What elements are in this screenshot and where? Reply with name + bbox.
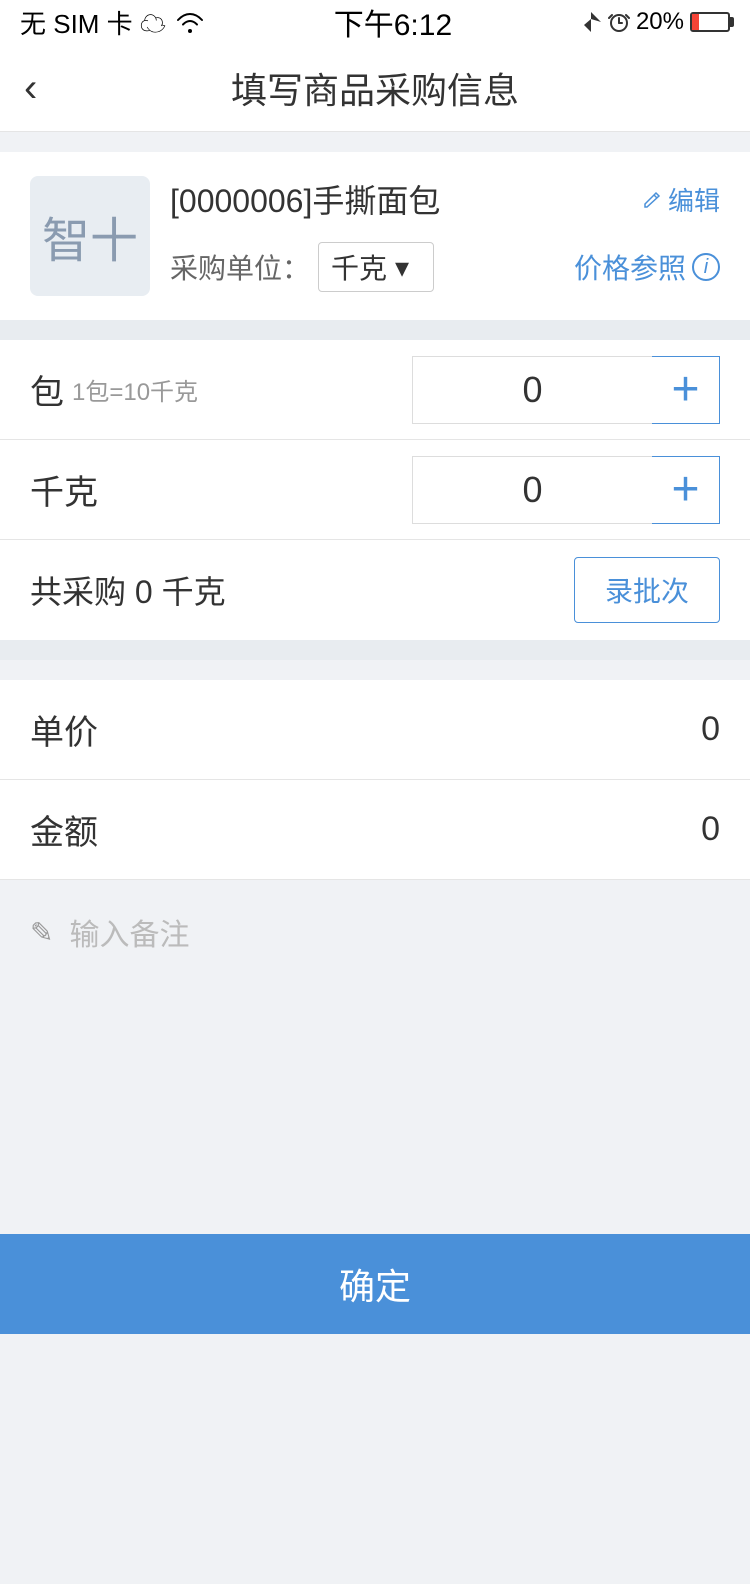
product-card: 智十 [0000006]手撕面包 编辑 采购单位： 千克 ▾ 价格参照: [0, 152, 750, 320]
summary-row: 共采购 0 千克 录批次: [0, 540, 750, 640]
unit-label: 采购单位：: [170, 247, 310, 287]
section-divider-2: [0, 640, 750, 660]
bao-plus-button[interactable]: +: [652, 356, 720, 424]
kg-input[interactable]: [412, 456, 652, 524]
product-image: 智十: [30, 176, 150, 296]
status-left: 无 SIM 卡 ☁: [20, 4, 206, 41]
product-logo: 智十: [42, 201, 138, 271]
status-time: 下午6:12: [334, 0, 452, 44]
product-name: [0000006]手撕面包: [170, 176, 440, 222]
back-button[interactable]: ‹: [24, 68, 37, 108]
input-section: 包 1包=10千克 + 千克 +: [0, 340, 750, 540]
note-placeholder: 输入备注: [69, 910, 189, 954]
price-ref-label: 价格参照: [574, 247, 686, 287]
edit-icon: [642, 188, 664, 210]
unit-row: 采购单位： 千克 ▾ 价格参照 i: [170, 242, 720, 292]
header: ‹ 填写商品采购信息: [0, 44, 750, 132]
unit-price-value: 0: [701, 710, 720, 749]
info-icon: i: [692, 253, 720, 281]
unit-value: 千克: [331, 247, 387, 287]
edit-label: 编辑: [668, 181, 720, 218]
price-ref-button[interactable]: 价格参照 i: [574, 247, 720, 287]
bao-input[interactable]: [412, 356, 652, 424]
product-info: [0000006]手撕面包 编辑 采购单位： 千克 ▾ 价格参照 i: [170, 176, 720, 292]
battery-icon: [690, 12, 730, 32]
confirm-label: 确定: [339, 1258, 411, 1310]
bao-label: 包: [30, 365, 64, 414]
unit-select[interactable]: 千克 ▾: [318, 242, 434, 292]
kg-plus-button[interactable]: +: [652, 456, 720, 524]
kg-input-row: 千克 +: [0, 440, 750, 540]
confirm-button[interactable]: 确定: [0, 1234, 750, 1334]
bao-sub-label: 1包=10千克: [72, 372, 198, 407]
location-icon: [580, 11, 602, 33]
status-bar: 无 SIM 卡 ☁ 下午6:12 20%: [0, 0, 750, 44]
sim-label: 无 SIM 卡 ☁: [20, 4, 166, 41]
status-right: 20%: [580, 8, 730, 36]
amount-value: 0: [701, 810, 720, 849]
unit-price-row: 单价 0: [0, 680, 750, 780]
alarm-icon: [608, 11, 630, 33]
note-area[interactable]: ✎ 输入备注: [0, 880, 750, 984]
price-section: 单价 0 金额 0: [0, 680, 750, 880]
record-batch-button[interactable]: 录批次: [574, 557, 720, 623]
section-divider-1: [0, 320, 750, 340]
kg-label: 千克: [30, 465, 98, 514]
wifi-icon: [174, 11, 206, 33]
amount-row: 金额 0: [0, 780, 750, 880]
summary-text: 共采购 0 千克: [30, 567, 574, 613]
page-title: 填写商品采购信息: [231, 62, 519, 114]
dropdown-arrow: ▾: [395, 251, 409, 284]
product-header-row: [0000006]手撕面包 编辑: [170, 176, 720, 222]
unit-price-label: 单价: [30, 705, 701, 754]
pencil-icon: ✎: [30, 916, 53, 949]
amount-label: 金额: [30, 805, 701, 854]
edit-button[interactable]: 编辑: [642, 181, 720, 218]
bao-input-row: 包 1包=10千克 +: [0, 340, 750, 440]
battery-percent: 20%: [636, 8, 684, 36]
